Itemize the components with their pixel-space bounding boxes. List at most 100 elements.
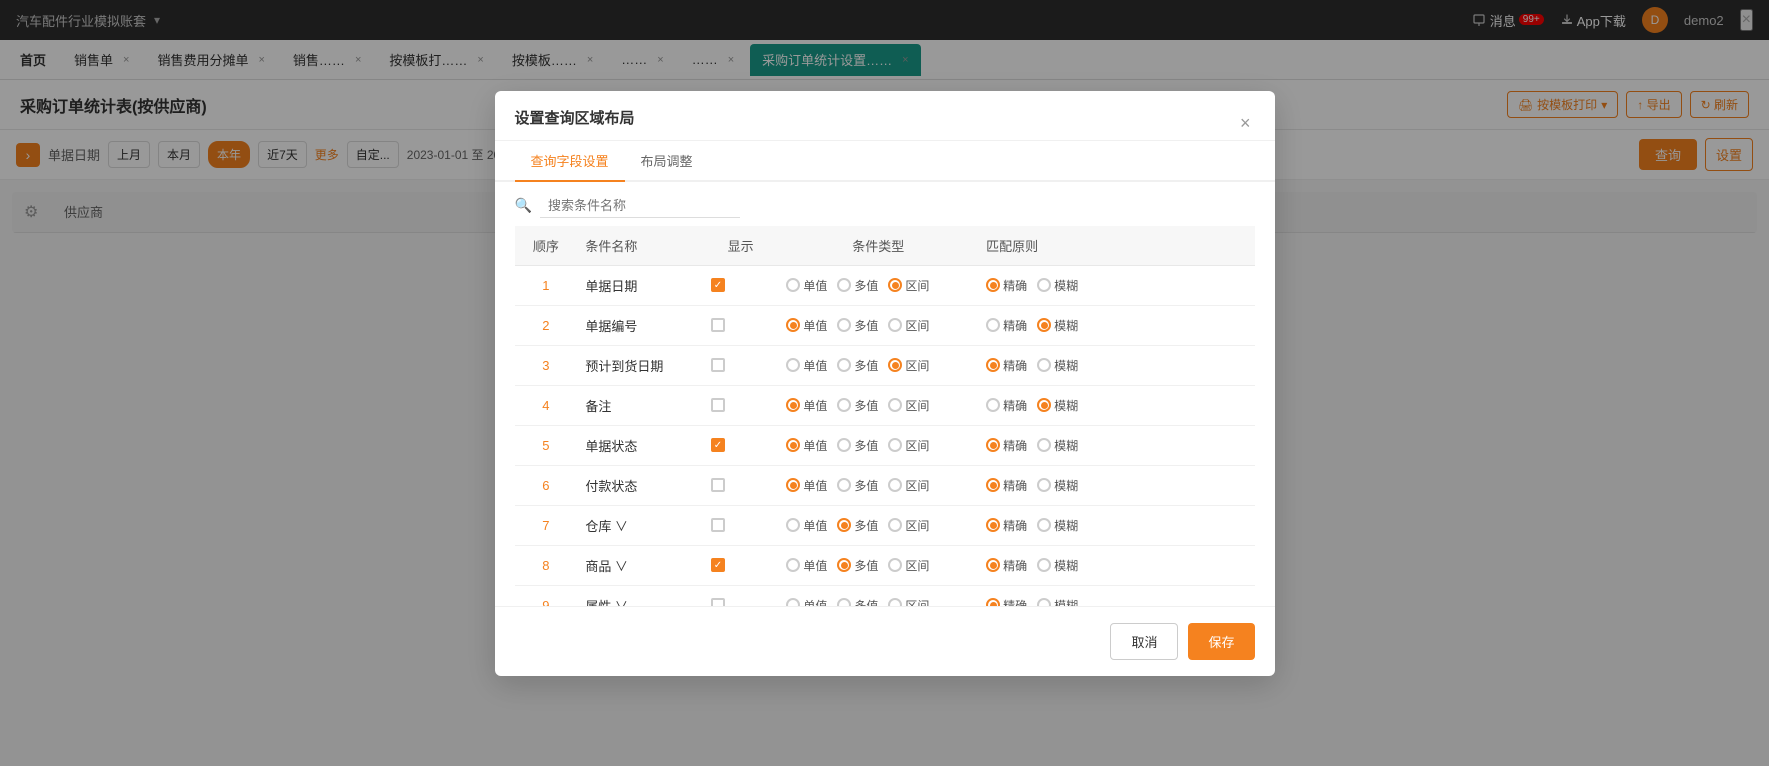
type-single-radio[interactable]: 单值 — [786, 317, 827, 334]
cancel-btn[interactable]: 取消 — [1110, 623, 1178, 660]
cell-display[interactable] — [703, 305, 778, 345]
match-exact-radio[interactable]: 精确 — [986, 597, 1027, 606]
cell-match: 精确 模糊 — [978, 585, 1254, 606]
cell-type: 单值 多值 区间 — [778, 425, 978, 465]
cell-display[interactable] — [703, 345, 778, 385]
match-fuzzy-radio[interactable]: 模糊 — [1037, 517, 1078, 534]
type-range-radio[interactable]: 区间 — [888, 477, 929, 494]
display-checkbox[interactable] — [711, 518, 725, 532]
cell-name: 单据编号 — [577, 305, 703, 345]
match-fuzzy-radio[interactable]: 模糊 — [1037, 397, 1078, 414]
cell-name: 单据日期 — [577, 265, 703, 305]
col-header-order: 顺序 — [515, 226, 578, 266]
cell-match: 精确 模糊 — [978, 385, 1254, 425]
match-fuzzy-radio[interactable]: 模糊 — [1037, 277, 1078, 294]
type-range-radio[interactable]: 区间 — [888, 557, 929, 574]
type-multi-radio[interactable]: 多值 — [837, 317, 878, 334]
cell-order: 9 — [515, 585, 578, 606]
type-multi-radio[interactable]: 多值 — [837, 277, 878, 294]
cell-name: 商品 ∨ — [577, 545, 703, 585]
match-exact-radio[interactable]: 精确 — [986, 477, 1027, 494]
display-checkbox[interactable] — [711, 278, 725, 292]
cell-type: 单值 多值 区间 — [778, 465, 978, 505]
cell-display[interactable] — [703, 505, 778, 545]
cell-type: 单值 多值 区间 — [778, 505, 978, 545]
match-fuzzy-radio[interactable]: 模糊 — [1037, 357, 1078, 374]
type-multi-radio[interactable]: 多值 — [837, 597, 878, 606]
match-fuzzy-radio[interactable]: 模糊 — [1037, 437, 1078, 454]
type-range-radio[interactable]: 区间 — [888, 357, 929, 374]
type-single-radio[interactable]: 单值 — [786, 397, 827, 414]
modal-tab-layout[interactable]: 布局调整 — [625, 141, 709, 182]
match-exact-radio[interactable]: 精确 — [986, 557, 1027, 574]
modal-header: 设置查询区域布局 × — [495, 91, 1275, 141]
cell-type: 单值 多值 区间 — [778, 545, 978, 585]
display-checkbox[interactable] — [711, 358, 725, 372]
match-fuzzy-radio[interactable]: 模糊 — [1037, 317, 1078, 334]
table-row: 3预计到货日期 单值 多值 区间 精确 — [515, 345, 1255, 385]
match-exact-radio[interactable]: 精确 — [986, 517, 1027, 534]
display-checkbox[interactable] — [711, 398, 725, 412]
match-exact-radio[interactable]: 精确 — [986, 317, 1027, 334]
cell-type: 单值 多值 区间 — [778, 265, 978, 305]
type-multi-radio[interactable]: 多值 — [837, 437, 878, 454]
cell-type: 单值 多值 区间 — [778, 305, 978, 345]
type-multi-radio[interactable]: 多值 — [837, 557, 878, 574]
type-multi-radio[interactable]: 多值 — [837, 357, 878, 374]
type-range-radio[interactable]: 区间 — [888, 277, 929, 294]
cell-name: 仓库 ∨ — [577, 505, 703, 545]
match-exact-radio[interactable]: 精确 — [986, 277, 1027, 294]
col-header-display: 显示 — [703, 226, 778, 266]
cell-display[interactable] — [703, 385, 778, 425]
modal-close-btn[interactable]: × — [1236, 109, 1255, 138]
cell-match: 精确 模糊 — [978, 465, 1254, 505]
col-header-name: 条件名称 — [577, 226, 703, 266]
type-single-radio[interactable]: 单值 — [786, 597, 827, 606]
type-single-radio[interactable]: 单值 — [786, 517, 827, 534]
display-checkbox[interactable] — [711, 318, 725, 332]
type-multi-radio[interactable]: 多值 — [837, 517, 878, 534]
type-single-radio[interactable]: 单值 — [786, 277, 827, 294]
search-icon: 🔍 — [515, 197, 532, 214]
cell-display[interactable] — [703, 425, 778, 465]
modal-tab-fields[interactable]: 查询字段设置 — [515, 141, 625, 182]
cell-display[interactable] — [703, 585, 778, 606]
save-btn[interactable]: 保存 — [1188, 623, 1254, 660]
table-row: 4备注 单值 多值 区间 精确 — [515, 385, 1255, 425]
display-checkbox[interactable] — [711, 558, 725, 572]
match-fuzzy-radio[interactable]: 模糊 — [1037, 477, 1078, 494]
search-input[interactable] — [540, 194, 740, 218]
modal-footer: 取消 保存 — [495, 606, 1275, 676]
display-checkbox[interactable] — [711, 598, 725, 606]
type-range-radio[interactable]: 区间 — [888, 517, 929, 534]
cell-type: 单值 多值 区间 — [778, 345, 978, 385]
match-exact-radio[interactable]: 精确 — [986, 357, 1027, 374]
cell-name: 单据状态 — [577, 425, 703, 465]
display-checkbox[interactable] — [711, 438, 725, 452]
cell-display[interactable] — [703, 545, 778, 585]
type-single-radio[interactable]: 单值 — [786, 357, 827, 374]
modal-dialog: 设置查询区域布局 × 查询字段设置 布局调整 🔍 顺序 条件名称 — [495, 91, 1275, 676]
cell-match: 精确 模糊 — [978, 265, 1254, 305]
type-range-radio[interactable]: 区间 — [888, 597, 929, 606]
type-single-radio[interactable]: 单值 — [786, 557, 827, 574]
match-fuzzy-radio[interactable]: 模糊 — [1037, 557, 1078, 574]
cell-match: 精确 模糊 — [978, 345, 1254, 385]
match-exact-radio[interactable]: 精确 — [986, 437, 1027, 454]
display-checkbox[interactable] — [711, 478, 725, 492]
type-multi-radio[interactable]: 多值 — [837, 477, 878, 494]
modal-overlay: 设置查询区域布局 × 查询字段设置 布局调整 🔍 顺序 条件名称 — [0, 0, 1769, 766]
cell-order: 4 — [515, 385, 578, 425]
match-exact-radio[interactable]: 精确 — [986, 397, 1027, 414]
type-single-radio[interactable]: 单值 — [786, 477, 827, 494]
cell-display[interactable] — [703, 265, 778, 305]
table-row: 1单据日期 单值 多值 区间 精确 — [515, 265, 1255, 305]
type-multi-radio[interactable]: 多值 — [837, 397, 878, 414]
type-range-radio[interactable]: 区间 — [888, 317, 929, 334]
type-single-radio[interactable]: 单值 — [786, 437, 827, 454]
match-fuzzy-radio[interactable]: 模糊 — [1037, 597, 1078, 606]
cell-display[interactable] — [703, 465, 778, 505]
type-range-radio[interactable]: 区间 — [888, 397, 929, 414]
table-row: 7仓库 ∨ 单值 多值 区间 精确 — [515, 505, 1255, 545]
type-range-radio[interactable]: 区间 — [888, 437, 929, 454]
